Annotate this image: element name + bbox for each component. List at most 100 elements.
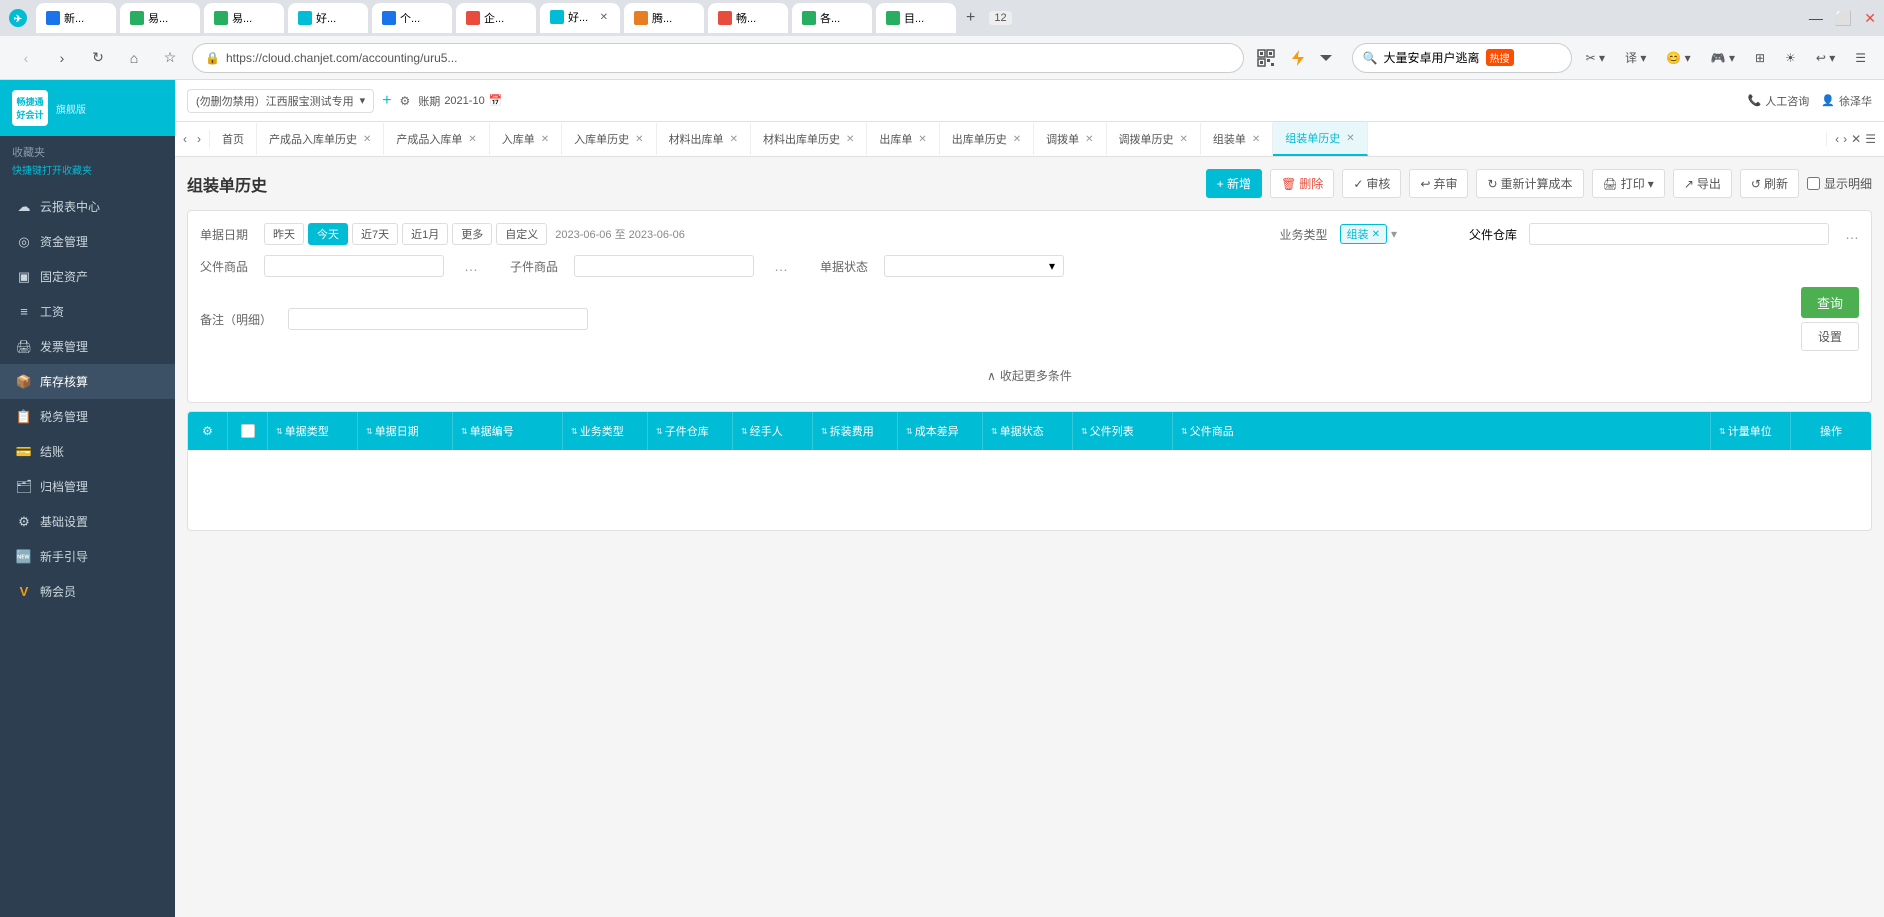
app-tab-assemble-history-close[interactable]: ✕ [1346,133,1354,144]
bookmark-shortcut[interactable]: 快捷键打开收藏夹 [12,162,163,177]
table-column-settings-button[interactable]: ⚙ [188,412,228,450]
app-tab-transfer-close[interactable]: ✕ [1085,134,1093,145]
date-btn-7days[interactable]: 近7天 [352,223,398,245]
app-tab-home[interactable]: 首页 [210,123,257,155]
date-btn-yesterday[interactable]: 昨天 [264,223,304,245]
recalculate-button[interactable]: ↻ 重新计算成本 [1476,169,1583,198]
col-header-biz-type[interactable]: ⇅ 业务类型 [563,412,648,450]
col-header-parent-goods[interactable]: ⇅ 父件商品 [1173,412,1711,450]
browser-tab-5[interactable]: 个... [372,3,452,33]
browser-tab-10[interactable]: 各... [792,3,872,33]
col-header-unit[interactable]: ⇅ 计量单位 [1711,412,1791,450]
delete-button[interactable]: 🗑 删除 [1270,169,1334,198]
address-bar[interactable]: 🔒 https://cloud.chanjet.com/accounting/u… [192,43,1244,73]
date-btn-1month[interactable]: 近1月 [402,223,448,245]
app-tab-product-in-history[interactable]: 产成品入库单历史 ✕ [257,123,384,155]
window-minimize-button[interactable]: — [1809,10,1823,26]
app-tab-in-order-close[interactable]: ✕ [541,134,549,145]
app-tab-assemble[interactable]: 组装单 ✕ [1201,123,1273,155]
tab-bar-expand-right[interactable]: › [1843,132,1847,146]
col-header-bill-date[interactable]: ⇅ 单据日期 [358,412,453,450]
app-tab-transfer[interactable]: 调拨单 ✕ [1034,123,1106,155]
set-button[interactable]: 设置 [1801,322,1859,351]
new-tab-button[interactable]: + [960,9,981,27]
table-select-all-checkbox[interactable] [228,412,268,450]
col-header-bill-type[interactable]: ⇅ 单据类型 [268,412,358,450]
app-tab-transfer-history[interactable]: 调拨单历史 ✕ [1107,123,1201,155]
grid-tool[interactable]: ⊞ [1749,49,1771,67]
window-close-button[interactable]: ✕ [1864,10,1876,27]
app-tab-transfer-history-close[interactable]: ✕ [1180,134,1188,145]
date-btn-today[interactable]: 今天 [308,223,348,245]
bill-status-select[interactable]: ▾ [884,255,1064,277]
scissors-tool[interactable]: ✂ ▾ [1580,49,1611,67]
tab-bar-close-current[interactable]: ✕ [1851,132,1861,146]
date-btn-more[interactable]: 更多 [452,223,492,245]
child-goods-more-icon[interactable]: … [774,258,788,274]
date-btn-custom[interactable]: 自定义 [496,223,547,245]
business-type-tag-close[interactable]: ✕ [1372,229,1380,240]
parent-warehouse-input[interactable] [1529,223,1829,245]
browser-tab-1[interactable]: 新... [36,3,116,33]
col-header-assembly-fee[interactable]: ⇅ 拆装费用 [813,412,898,450]
tab-bar-collapse-left[interactable]: ‹ [1835,132,1839,146]
browser-tab-4[interactable]: 好... [288,3,368,33]
app-tab-product-in[interactable]: 产成品入库单 ✕ [384,123,489,155]
game-tool[interactable]: 🎮 ▾ [1705,49,1741,67]
browser-tab-6[interactable]: 企... [456,3,536,33]
settings-config-icon[interactable]: ⚙ [400,94,411,108]
browser-tab-7[interactable]: 好... ✕ [540,3,620,33]
parent-warehouse-more-icon[interactable]: … [1845,226,1859,242]
dropdown-button[interactable] [1316,48,1336,68]
app-tab-in-order[interactable]: 入库单 ✕ [490,123,562,155]
app-tab-assemble-history[interactable]: 组装单历史 ✕ [1273,122,1367,156]
app-tab-product-in-close[interactable]: ✕ [468,134,476,145]
bookmark-button[interactable]: ☆ [156,44,184,72]
home-button[interactable]: ⌂ [120,44,148,72]
sidebar-item-invoice[interactable]: 🖨 发票管理 [0,329,175,364]
back-button[interactable]: ‹ [12,44,40,72]
app-tab-out-order[interactable]: 出库单 ✕ [867,123,939,155]
emoji-tool[interactable]: 😊 ▾ [1660,49,1696,67]
search-bar[interactable]: 🔍 大量安卓用户逃离 热搜 [1352,43,1572,73]
sidebar-item-tax[interactable]: 📋 税务管理 [0,399,175,434]
app-tab-material-out[interactable]: 材料出库单 ✕ [657,123,751,155]
menu-tool[interactable]: ☰ [1849,49,1872,67]
child-goods-input[interactable] [574,255,754,277]
refresh-button[interactable]: ↺ 刷新 [1740,169,1799,198]
export-button[interactable]: ↗ 导出 [1673,169,1732,198]
browser-tab-3[interactable]: 易... [204,3,284,33]
app-tab-product-in-history-close[interactable]: ✕ [363,134,371,145]
app-tab-material-out-history-close[interactable]: ✕ [846,134,854,145]
translate-tool[interactable]: 译 ▾ [1619,47,1652,68]
tab-scroll-left[interactable]: ‹ [179,130,191,148]
col-header-parent-list[interactable]: ⇅ 父件列表 [1073,412,1173,450]
support-button[interactable]: 📞 人工咨询 [1748,93,1810,109]
company-selector[interactable]: (勿删勿禁用）江西服宝测试专用 ▾ [187,89,374,113]
tab-scroll-right[interactable]: › [193,130,205,148]
query-button[interactable]: 查询 [1801,287,1859,318]
sidebar-item-archive[interactable]: 🗂 归档管理 [0,469,175,504]
tab-close-7[interactable]: ✕ [598,12,610,23]
app-tab-in-order-history-close[interactable]: ✕ [635,134,643,145]
app-tab-material-out-history[interactable]: 材料出库单历史 ✕ [751,123,867,155]
browser-tab-2[interactable]: 易... [120,3,200,33]
sidebar-item-settlement[interactable]: 💳 结账 [0,434,175,469]
app-tab-out-order-close[interactable]: ✕ [918,134,926,145]
qr-code-icon[interactable] [1256,48,1276,68]
business-type-dropdown-icon[interactable]: ▾ [1391,227,1397,241]
col-header-child-warehouse[interactable]: ⇅ 子件仓库 [648,412,733,450]
user-button[interactable]: 👤 徐泽华 [1821,93,1872,109]
sidebar-item-salary[interactable]: ≡ 工资 [0,294,175,329]
flash-icon[interactable] [1288,48,1308,68]
sidebar-item-fund[interactable]: ◎ 资金管理 [0,224,175,259]
abandon-button[interactable]: ↩ 弃审 [1409,169,1468,198]
show-details-checkbox[interactable] [1807,177,1820,190]
sidebar-item-inventory[interactable]: 📦 库存核算 [0,364,175,399]
period-selector[interactable]: 账期 2021-10 📅 [418,93,502,109]
sidebar-item-fixed-assets[interactable]: ▣ 固定资产 [0,259,175,294]
app-tab-out-order-history-close[interactable]: ✕ [1013,134,1021,145]
app-tab-out-order-history[interactable]: 出库单历史 ✕ [940,123,1034,155]
app-tab-assemble-close[interactable]: ✕ [1252,134,1260,145]
browser-tab-11[interactable]: 目... [876,3,956,33]
